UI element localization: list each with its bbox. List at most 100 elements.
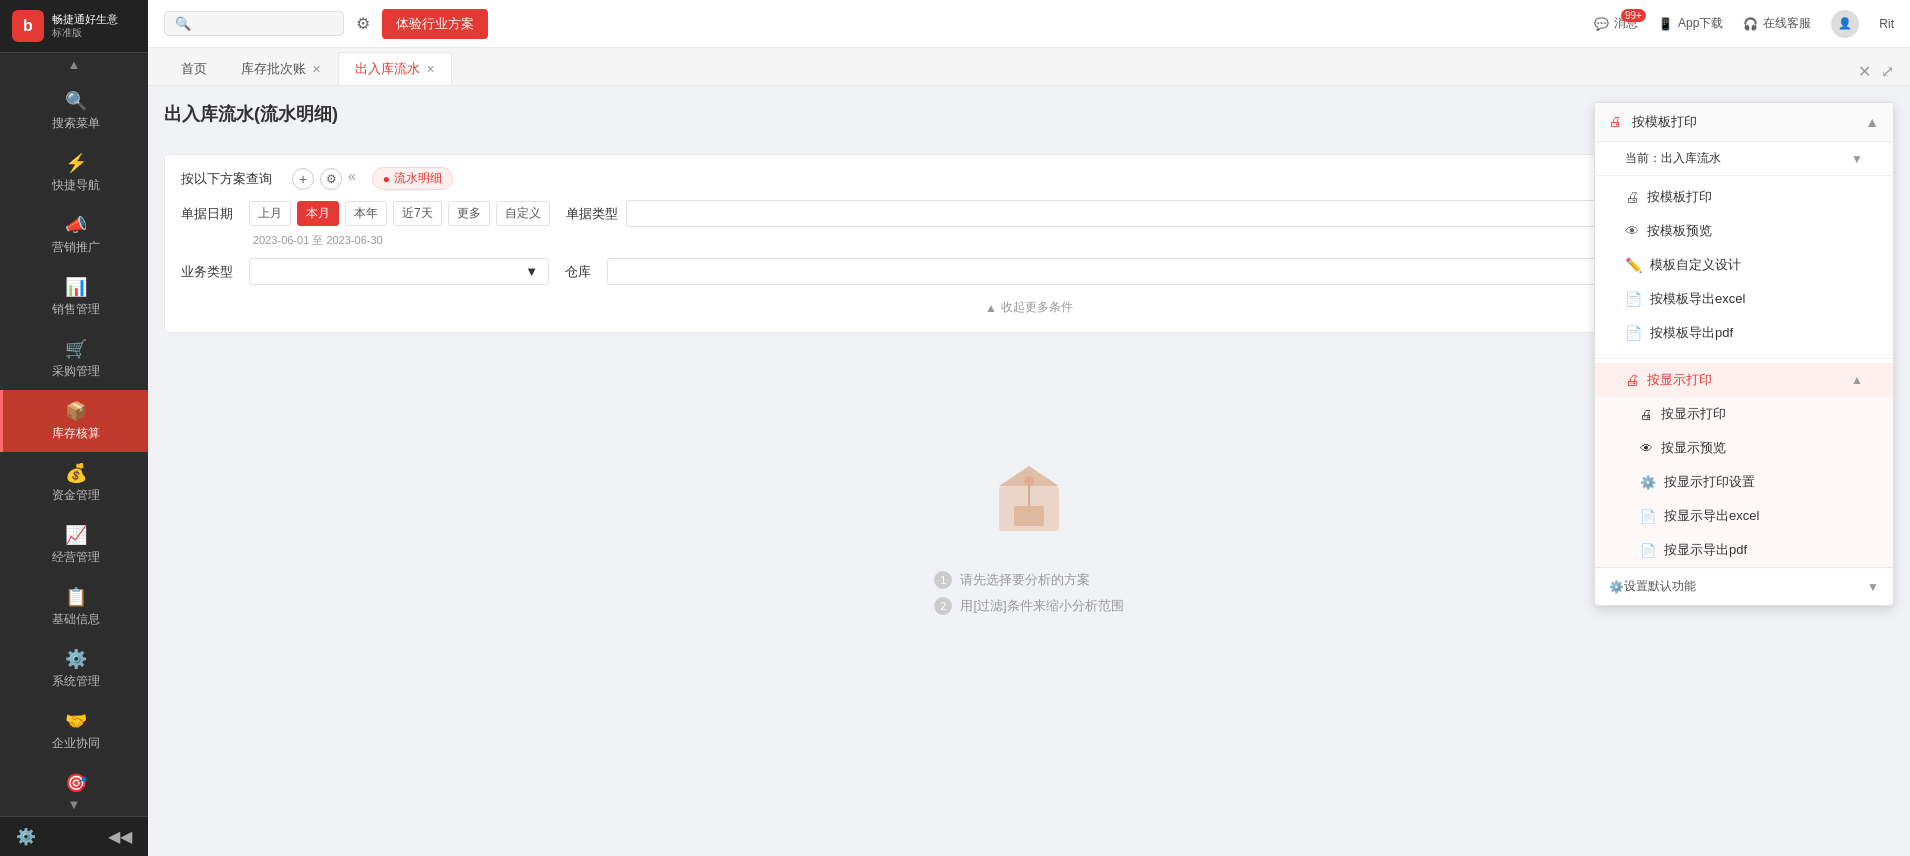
empty-state-icon [979, 451, 1079, 551]
dropdown-item-template-excel[interactable]: 📄 按模板导出excel [1595, 282, 1893, 316]
dropdown-item-template-custom[interactable]: ✏️ 模板自定义设计 [1595, 248, 1893, 282]
search-input[interactable] [197, 17, 317, 31]
download-icon: 📱 [1658, 17, 1673, 31]
sidebar-item-label-quicknav: 快捷导航 [52, 177, 100, 194]
sidebar-item-sales[interactable]: 📊 销售管理 [0, 266, 148, 328]
dropdown-title: 按模板打印 [1632, 114, 1697, 129]
display-section-chevron: ▲ [1851, 373, 1863, 387]
filter-settings-btn[interactable]: ⚙ [320, 168, 342, 190]
sidebar-nav: 🔍 搜索菜单 ⚡ 快捷导航 📣 营销推广 📊 销售管理 🛒 采购管理 📦 库存核… [0, 76, 148, 793]
collab-icon: 🤝 [65, 710, 87, 732]
footer-label: 设置默认功能 [1624, 578, 1696, 595]
template-pdf-label: 按模板导出pdf [1650, 324, 1733, 342]
collapse-sidebar-icon[interactable]: ◀◀ [108, 827, 132, 846]
sub-item-display-pdf[interactable]: 📄 按显示导出pdf [1595, 533, 1893, 567]
template-print-icon: 🖨 [1625, 189, 1639, 205]
tab-flow[interactable]: 出入库流水 ✕ [338, 52, 452, 85]
collapse-label: 收起更多条件 [1001, 299, 1073, 316]
close-window-icon[interactable]: ✕ [1858, 62, 1871, 81]
tab-flow-label: 出入库流水 [355, 60, 420, 78]
sidebar-item-inventory[interactable]: 📦 库存核算 [0, 390, 148, 452]
dropdown-display-section-header[interactable]: 🖨 按显示打印 ▲ [1595, 363, 1893, 397]
template-preview-icon: 👁 [1625, 223, 1639, 239]
logo-icon: b [12, 10, 44, 42]
sub-item-display-print[interactable]: 🖨 按显示打印 [1595, 397, 1893, 431]
date-btn-custom[interactable]: 自定义 [496, 201, 550, 226]
maximize-window-icon[interactable]: ⤢ [1881, 62, 1894, 81]
sidebar-item-basic[interactable]: 📋 基础信息 [0, 576, 148, 638]
tab-batch[interactable]: 库存批次账 ✕ [224, 52, 338, 85]
sidebar-item-marketing[interactable]: 📣 营销推广 [0, 204, 148, 266]
window-controls: ✕ ⤢ [1858, 62, 1894, 85]
inventory-icon: 📦 [65, 400, 87, 422]
avatar[interactable]: 👤 [1831, 10, 1859, 38]
dropdown-close-icon[interactable]: ▲ [1865, 114, 1879, 130]
sidebar-scroll-down[interactable]: ▼ [0, 793, 148, 816]
dropdown-item-template-print[interactable]: 🖨 按模板打印 [1595, 180, 1893, 214]
template-preview-label: 按模板预览 [1647, 222, 1712, 240]
date-filter: 上月 本月 本年 近7天 更多 自定义 [249, 201, 550, 226]
header-search-box[interactable]: 🔍 [164, 11, 344, 36]
sidebar-item-finance[interactable]: 💰 资金管理 [0, 452, 148, 514]
settings-bottom-icon[interactable]: ⚙️ [16, 827, 36, 846]
sidebar-item-operation[interactable]: 📈 经营管理 [0, 514, 148, 576]
filter-collapse-btn[interactable]: « [348, 168, 356, 190]
finance-icon: 💰 [65, 462, 87, 484]
header-right: 💬 消息 99+ 📱 App下载 🎧 在线客服 👤 Rit [1594, 10, 1894, 38]
date-btn-thisyear[interactable]: 本年 [345, 201, 387, 226]
step-1-label: 请先选择要分析的方案 [960, 571, 1090, 589]
business-type-selector[interactable]: ▼ [249, 258, 549, 285]
business-type-label: 业务类型 [181, 263, 233, 281]
app-download-label: App下载 [1678, 15, 1723, 32]
app-download[interactable]: 📱 App下载 [1658, 15, 1723, 32]
sidebar-item-guide[interactable]: 🎯 新手引导 [0, 762, 148, 793]
display-print-icon: 🖨 [1640, 407, 1653, 422]
sub-item-display-settings[interactable]: ⚙️ 按显示打印设置 [1595, 465, 1893, 499]
page-title: 出入库流水(流水明细) [164, 102, 338, 126]
step-num-1: 1 [934, 571, 952, 589]
sub-item-display-preview[interactable]: 👁 按显示预览 [1595, 431, 1893, 465]
dropdown-item-template-preview[interactable]: 👁 按模板预览 [1595, 214, 1893, 248]
dropdown-header: 🖨 按模板打印 ▲ [1595, 103, 1893, 142]
display-section-label: 按显示打印 [1647, 371, 1712, 389]
service-icon: 🎧 [1743, 17, 1758, 31]
sidebar-item-label-finance: 资金管理 [52, 487, 100, 504]
date-btn-lastmonth[interactable]: 上月 [249, 201, 291, 226]
tab-batch-close[interactable]: ✕ [312, 63, 321, 76]
trial-button[interactable]: 体验行业方案 [382, 9, 488, 39]
username-label: Rit [1879, 17, 1894, 31]
sidebar-item-label-search: 搜索菜单 [52, 115, 100, 132]
header-gear-icon[interactable]: ⚙ [356, 14, 370, 33]
sub-item-display-excel[interactable]: 📄 按显示导出excel [1595, 499, 1893, 533]
dropdown-footer[interactable]: ⚙️ 设置默认功能 ▼ [1595, 567, 1893, 605]
sidebar-item-collab[interactable]: 🤝 企业协同 [0, 700, 148, 762]
online-service[interactable]: 🎧 在线客服 [1743, 15, 1811, 32]
logo-name: 畅捷通好生意 [52, 12, 118, 26]
empty-step-2: 2 用[过滤]条件来缩小分析范围 [934, 597, 1123, 615]
filter-add-btn[interactable]: + [292, 168, 314, 190]
sidebar-item-search[interactable]: 🔍 搜索菜单 [0, 80, 148, 142]
empty-step-1: 1 请先选择要分析的方案 [934, 571, 1123, 589]
filter-tag-flow[interactable]: ● 流水明细 [372, 167, 453, 190]
sidebar-item-label-marketing: 营销推广 [52, 239, 100, 256]
date-range-display: 2023-06-01 至 2023-06-30 [253, 233, 383, 248]
dropdown-item-template-pdf[interactable]: 📄 按模板导出pdf [1595, 316, 1893, 350]
sidebar-item-system[interactable]: ⚙️ 系统管理 [0, 638, 148, 700]
display-pdf-label: 按显示导出pdf [1664, 541, 1747, 559]
messages-badge[interactable]: 💬 消息 99+ [1594, 15, 1638, 32]
dropdown-template-section: 🖨 按模板打印 👁 按模板预览 ✏️ 模板自定义设计 📄 按模板导出excel … [1595, 176, 1893, 354]
tab-home[interactable]: 首页 [164, 52, 224, 85]
date-btn-7days[interactable]: 近7天 [393, 201, 442, 226]
tab-flow-close[interactable]: ✕ [426, 63, 435, 76]
sidebar-item-purchase[interactable]: 🛒 采购管理 [0, 328, 148, 390]
quicknav-icon: ⚡ [65, 152, 87, 174]
collapse-conditions-btn[interactable]: ▲ 收起更多条件 [973, 295, 1085, 320]
sidebar-scroll-up[interactable]: ▲ [0, 53, 148, 76]
empty-steps: 1 请先选择要分析的方案 2 用[过滤]条件来缩小分析范围 [934, 571, 1123, 623]
filter-label: 按以下方案查询 [181, 170, 272, 188]
online-service-label: 在线客服 [1763, 15, 1811, 32]
date-btn-thismonth[interactable]: 本月 [297, 201, 339, 226]
sidebar-item-quicknav[interactable]: ⚡ 快捷导航 [0, 142, 148, 204]
date-btn-more[interactable]: 更多 [448, 201, 490, 226]
warehouse-label: 仓库 [565, 263, 591, 281]
